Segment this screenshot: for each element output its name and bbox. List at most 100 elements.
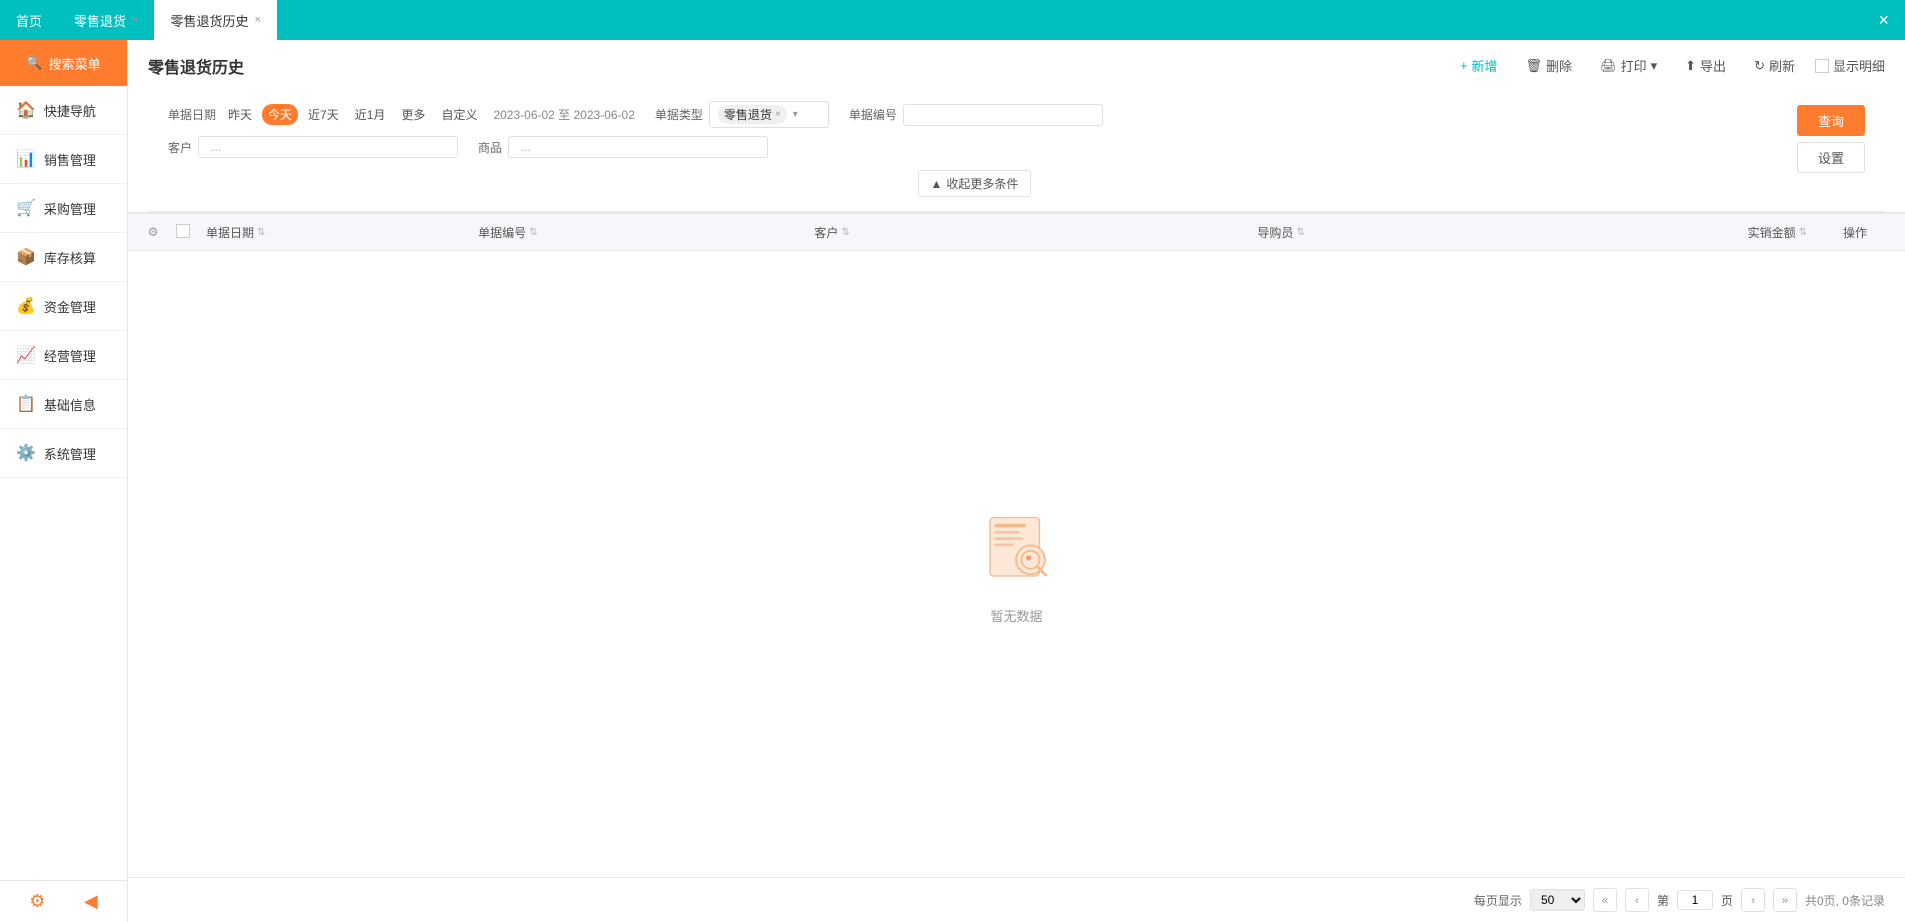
sidebar: 🔍 搜索菜单 🏠 快捷导航 📊 销售管理 🛒 采购管理 📦 库存核算 💰 xyxy=(0,40,128,922)
new-icon: + xyxy=(1460,58,1468,73)
tab-retail-return-history-close[interactable]: × xyxy=(254,14,260,26)
type-tag: 零售退货 × xyxy=(718,105,787,124)
inventory-icon: 📦 xyxy=(16,247,36,267)
empty-text: 暂无数据 xyxy=(990,606,1042,625)
main-layout: 🔍 搜索菜单 🏠 快捷导航 📊 销售管理 🛒 采购管理 📦 库存核算 💰 xyxy=(0,40,1905,922)
sidebar-search[interactable]: 🔍 搜索菜单 xyxy=(0,40,127,86)
sidebar-item-operations[interactable]: 📈 经营管理 xyxy=(0,331,127,380)
type-tag-value: 零售退货 xyxy=(724,106,772,123)
sidebar-item-finance[interactable]: 💰 资金管理 xyxy=(0,282,127,331)
tab-home[interactable]: 首页 xyxy=(0,0,58,40)
filter-area: 单据日期 昨天 今天 近7天 近1月 更多 自定义 2023-06-02 至 2… xyxy=(148,91,1885,212)
sidebar-item-basicinfo[interactable]: 📋 基础信息 xyxy=(0,380,127,429)
delete-icon: 🗑 xyxy=(1526,58,1543,74)
tab-retail-return-label: 零售退货 xyxy=(74,11,126,30)
th-action-label: 操作 xyxy=(1843,224,1867,241)
filter-collapse-row: ▲ 收起更多条件 xyxy=(168,166,1781,201)
date-options: 昨天 今天 近7天 近1月 更多 自定义 xyxy=(222,104,483,125)
table-settings-icon[interactable]: ⚙ xyxy=(138,225,168,239)
collapse-sidebar-icon[interactable]: ◀ xyxy=(84,891,98,912)
select-all-checkbox[interactable] xyxy=(176,224,190,238)
new-button[interactable]: + 新增 xyxy=(1452,52,1506,79)
filter-right: 查询 设置 xyxy=(1781,101,1865,201)
prev-page-button[interactable]: ‹ xyxy=(1625,888,1649,912)
finance-icon: 💰 xyxy=(16,296,36,316)
page-title: 零售退货历史 xyxy=(148,54,244,78)
operations-icon: 📈 xyxy=(16,345,36,365)
th-amount-label: 实销金额 xyxy=(1748,224,1796,241)
tab-list: 首页 零售退货 × 零售退货历史 × xyxy=(0,0,1862,40)
window-close-button[interactable]: × xyxy=(1862,10,1905,31)
filter-row-2: 客户 ... 商品 ... xyxy=(168,136,1781,158)
th-customer[interactable]: 客户 ⇅ xyxy=(806,224,1249,241)
toolbar: + 新增 🗑 删除 🖨 打印 ▾ ⬆ 导出 xyxy=(1452,52,1885,79)
goods-filter-select[interactable]: ... xyxy=(508,136,768,158)
table-check-all[interactable] xyxy=(168,224,198,241)
filter-type-item: 单据类型 零售退货 × ▾ xyxy=(655,101,829,128)
table-area: ⚙ 单据日期 ⇅ 单据编号 ⇅ 客户 ⇅ 导购员 ⇅ xyxy=(128,213,1905,922)
date-option-yesterday[interactable]: 昨天 xyxy=(222,104,258,125)
filter-settings-button[interactable]: 设置 xyxy=(1797,142,1865,173)
th-date[interactable]: 单据日期 ⇅ xyxy=(198,224,470,241)
settings-bottom-icon[interactable]: ⚙ xyxy=(29,891,45,912)
page-header: 零售退货历史 + 新增 🗑 删除 🖨 打印 ▾ xyxy=(128,40,1905,213)
th-action: 操作 xyxy=(1815,224,1895,241)
table-header: ⚙ 单据日期 ⇅ 单据编号 ⇅ 客户 ⇅ 导购员 ⇅ xyxy=(128,213,1905,251)
refresh-button[interactable]: ↻ 刷新 xyxy=(1746,52,1803,79)
sidebar-item-inventory-label: 库存核算 xyxy=(44,248,96,267)
sidebar-item-purchase[interactable]: 🛒 采购管理 xyxy=(0,184,127,233)
type-tag-close[interactable]: × xyxy=(775,109,781,120)
sidebar-item-sales[interactable]: 📊 销售管理 xyxy=(0,135,127,184)
page-title-row: 零售退货历史 + 新增 🗑 删除 🖨 打印 ▾ xyxy=(148,52,1885,79)
date-option-today[interactable]: 今天 xyxy=(262,104,298,125)
next-page-button[interactable]: › xyxy=(1741,888,1765,912)
delete-label: 删除 xyxy=(1546,56,1572,75)
filter-number-item: 单据编号 xyxy=(849,104,1103,126)
last-page-button[interactable]: » xyxy=(1773,888,1797,912)
export-label: 导出 xyxy=(1700,56,1726,75)
tab-home-label: 首页 xyxy=(16,11,42,30)
purchase-icon: 🛒 xyxy=(16,198,36,218)
sidebar-item-finance-label: 资金管理 xyxy=(44,297,96,316)
tab-retail-return[interactable]: 零售退货 × xyxy=(58,0,154,40)
th-amount[interactable]: 实销金额 ⇅ xyxy=(1586,224,1815,241)
show-detail-label: 显示明细 xyxy=(1833,56,1885,75)
customer-filter-select[interactable]: ... xyxy=(198,136,458,158)
page-number-input[interactable] xyxy=(1677,890,1713,910)
first-page-button[interactable]: « xyxy=(1593,888,1617,912)
number-filter-input[interactable] xyxy=(903,104,1103,126)
tab-retail-return-close[interactable]: × xyxy=(132,14,138,26)
date-option-1month[interactable]: 近1月 xyxy=(349,104,392,125)
content-area: 零售退货历史 + 新增 🗑 删除 🖨 打印 ▾ xyxy=(128,40,1905,922)
search-icon: 🔍 xyxy=(26,55,42,71)
filter-date-item: 单据日期 昨天 今天 近7天 近1月 更多 自定义 2023-06-02 至 2… xyxy=(168,104,635,125)
sidebar-item-quicknav[interactable]: 🏠 快捷导航 xyxy=(0,86,127,135)
query-button[interactable]: 查询 xyxy=(1797,105,1865,136)
date-option-more[interactable]: 更多 xyxy=(395,104,431,125)
show-detail-checkbox[interactable] xyxy=(1815,59,1829,73)
type-filter-select[interactable]: 零售退货 × ▾ xyxy=(709,101,829,128)
per-page-select[interactable]: 50 100 200 xyxy=(1530,889,1585,911)
sidebar-item-inventory[interactable]: 📦 库存核算 xyxy=(0,233,127,282)
sidebar-item-sales-label: 销售管理 xyxy=(44,150,96,169)
page-label: 第 xyxy=(1657,892,1669,909)
collapse-up-icon: ▲ xyxy=(931,177,943,191)
sidebar-item-system[interactable]: ⚙️ 系统管理 xyxy=(0,429,127,478)
print-button[interactable]: 🖨 打印 ▾ xyxy=(1592,52,1665,79)
sidebar-item-quicknav-label: 快捷导航 xyxy=(44,101,96,120)
date-option-7days[interactable]: 近7天 xyxy=(302,104,345,125)
tab-retail-return-history-label: 零售退货历史 xyxy=(170,11,248,30)
date-option-custom[interactable]: 自定义 xyxy=(435,104,483,125)
th-guide[interactable]: 导购员 ⇅ xyxy=(1249,224,1585,241)
th-number[interactable]: 单据编号 ⇅ xyxy=(470,224,806,241)
tab-retail-return-history[interactable]: 零售退货历史 × xyxy=(154,0,276,40)
export-button[interactable]: ⬆ 导出 xyxy=(1677,52,1734,79)
refresh-label: 刷新 xyxy=(1769,56,1795,75)
sales-icon: 📊 xyxy=(16,149,36,169)
collapse-filter-button[interactable]: ▲ 收起更多条件 xyxy=(918,170,1032,197)
sidebar-item-system-label: 系统管理 xyxy=(44,444,96,463)
customer-filter-label: 客户 xyxy=(168,139,192,156)
page-total: 共0页, 0条记录 xyxy=(1805,892,1885,909)
sidebar-item-purchase-label: 采购管理 xyxy=(44,199,96,218)
delete-button[interactable]: 🗑 删除 xyxy=(1518,52,1581,79)
